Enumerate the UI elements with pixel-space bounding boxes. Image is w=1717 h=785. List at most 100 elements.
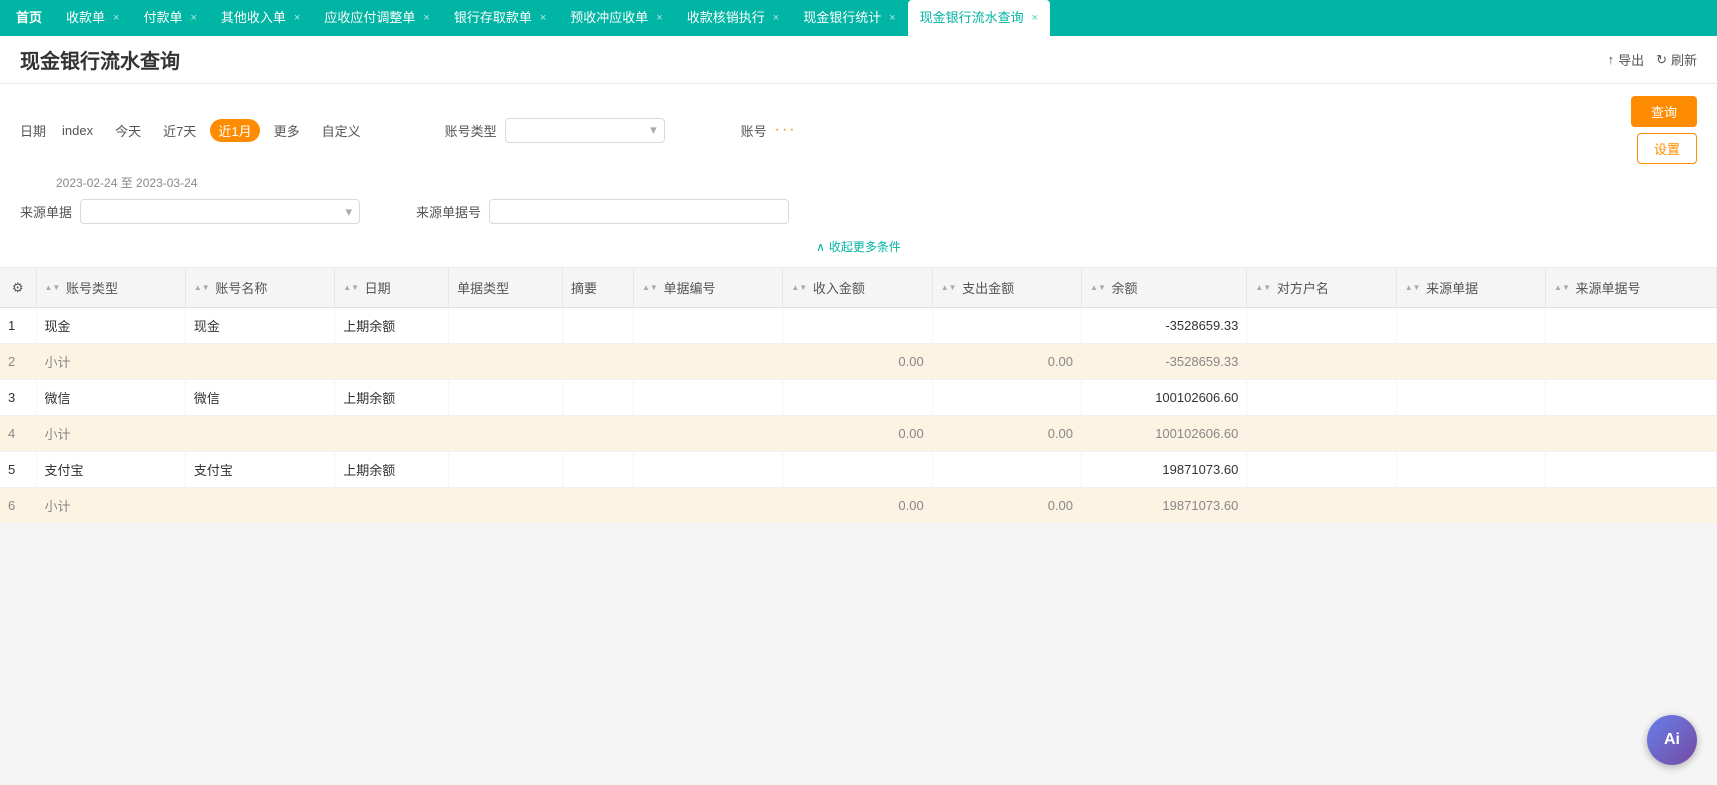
close-icon[interactable]: × <box>1032 0 1038 36</box>
ai-button[interactable]: Ai <box>1647 715 1697 765</box>
sort-icon: ▲▼ <box>1090 284 1106 292</box>
td-doc-number <box>634 308 783 344</box>
td-source-doc-num <box>1546 380 1717 416</box>
filter-area: 日期 index 今天 近7天 近1月 更多 自定义 账号类型 账号 ··· <box>0 84 1717 268</box>
account-type-select[interactable] <box>505 118 665 143</box>
th-account-name[interactable]: ▲▼ 账号名称 <box>185 268 334 308</box>
th-date[interactable]: ▲▼ 日期 <box>335 268 449 308</box>
close-icon[interactable]: × <box>113 0 119 36</box>
refresh-icon: ↻ <box>1656 52 1667 68</box>
td-balance: 19871073.60 <box>1082 452 1247 488</box>
settings-button[interactable]: 设置 <box>1637 133 1697 164</box>
refresh-button[interactable]: ↻ 刷新 <box>1656 50 1697 69</box>
td-account-name <box>185 344 334 380</box>
th-income[interactable]: ▲▼ 收入金额 <box>783 268 932 308</box>
td-balance: 100102606.60 <box>1082 380 1247 416</box>
td-account-name: 现金 <box>185 308 334 344</box>
td-account-type: 支付宝 <box>36 452 185 488</box>
td-date <box>335 344 449 380</box>
nav-receipt-exec[interactable]: 收款核销执行 × <box>675 0 791 36</box>
close-icon[interactable]: × <box>294 0 300 36</box>
td-counterparty <box>1247 344 1396 380</box>
top-nav: 首页 收款单 × 付款单 × 其他收入单 × 应收应付调整单 × 银行存取款单 … <box>0 0 1717 36</box>
th-balance[interactable]: ▲▼ 余额 <box>1082 268 1247 308</box>
close-icon[interactable]: × <box>773 0 779 36</box>
date-opt-custom[interactable]: 自定义 <box>314 119 369 142</box>
td-balance: -3528659.33 <box>1082 344 1247 380</box>
table-row: 6小计0.000.0019871073.60 <box>0 488 1717 524</box>
collapse-bar[interactable]: ∧ 收起更多条件 <box>20 234 1697 255</box>
td-expense: 0.00 <box>932 488 1081 524</box>
date-opt-today[interactable]: 今天 <box>107 119 149 142</box>
td-summary <box>563 416 634 452</box>
nav-home[interactable]: 首页 <box>4 0 54 36</box>
account-type-filter: 账号类型 <box>445 118 665 143</box>
td-expense: 0.00 <box>932 416 1081 452</box>
export-button[interactable]: ↑ 导出 <box>1608 50 1645 69</box>
td-counterparty <box>1247 308 1396 344</box>
nav-bank-deposit[interactable]: 银行存取款单 × <box>442 0 558 36</box>
page-header: 现金银行流水查询 ↑ 导出 ↻ 刷新 <box>0 36 1717 84</box>
td-doc-number <box>634 488 783 524</box>
nav-cash-query[interactable]: 现金银行流水查询 × <box>908 0 1050 36</box>
date-opt-1month[interactable]: 近1月 <box>210 119 259 142</box>
td-source-doc <box>1396 344 1545 380</box>
nav-other-income[interactable]: 其他收入单 × <box>209 0 312 36</box>
td-income: 0.00 <box>783 344 932 380</box>
nav-prepay-offset[interactable]: 预收冲应收单 × <box>558 0 674 36</box>
source-doc-filter: 来源单据 <box>20 199 360 224</box>
close-icon[interactable]: × <box>423 0 429 36</box>
td-expense: 0.00 <box>932 344 1081 380</box>
td-doc-type <box>449 452 563 488</box>
td-account-type: 小计 <box>36 416 185 452</box>
source-doc-select-wrapper <box>80 199 360 224</box>
td-source-doc <box>1396 380 1545 416</box>
th-source-doc[interactable]: ▲▼ 来源单据 <box>1396 268 1545 308</box>
td-source-doc <box>1396 308 1545 344</box>
table-row: 5支付宝支付宝上期余额19871073.60 <box>0 452 1717 488</box>
td-source-doc <box>1396 416 1545 452</box>
td-account-name: 支付宝 <box>185 452 334 488</box>
source-doc-select[interactable] <box>80 199 360 224</box>
td-expense <box>932 452 1081 488</box>
td-doc-type <box>449 344 563 380</box>
source-doc-num-input[interactable] <box>489 199 789 224</box>
date-label: 日期 <box>20 121 46 140</box>
td-source-doc <box>1396 488 1545 524</box>
td-doc-type <box>449 308 563 344</box>
td-account-name <box>185 488 334 524</box>
date-opt-7days[interactable]: 近7天 <box>155 119 204 142</box>
th-source-doc-num[interactable]: ▲▼ 来源单据号 <box>1546 268 1717 308</box>
td-doc-number <box>634 452 783 488</box>
td-doc-number <box>634 380 783 416</box>
table-header-row: ⚙ ▲▼ 账号类型 ▲▼ 账号名称 ▲▼ 日期 单据类型 摘 <box>0 268 1717 308</box>
close-icon[interactable]: × <box>889 0 895 36</box>
query-button[interactable]: 查询 <box>1631 96 1697 127</box>
account-type-label: 账号类型 <box>445 121 497 140</box>
table-row: 1现金现金上期余额-3528659.33 <box>0 308 1717 344</box>
account-dots-button[interactable]: ··· <box>775 121 797 139</box>
table-container: ⚙ ▲▼ 账号类型 ▲▼ 账号名称 ▲▼ 日期 单据类型 摘 <box>0 268 1717 524</box>
close-icon[interactable]: × <box>540 0 546 36</box>
close-icon[interactable]: × <box>656 0 662 36</box>
close-icon[interactable]: × <box>190 0 196 36</box>
nav-payment[interactable]: 付款单 × <box>131 0 208 36</box>
th-counterparty[interactable]: ▲▼ 对方户名 <box>1247 268 1396 308</box>
th-settings[interactable]: ⚙ <box>0 268 36 308</box>
sort-icon: ▲▼ <box>194 284 210 292</box>
nav-cash-stat[interactable]: 现金银行统计 × <box>791 0 907 36</box>
date-opt-more[interactable]: 更多 <box>266 119 308 142</box>
td-income <box>783 380 932 416</box>
th-doc-number[interactable]: ▲▼ 单据编号 <box>634 268 783 308</box>
td-doc-type <box>449 416 563 452</box>
nav-ar-ap-adjust[interactable]: 应收应付调整单 × <box>312 0 441 36</box>
account-label: 账号 <box>741 121 767 140</box>
nav-receipt[interactable]: 收款单 × <box>54 0 131 36</box>
th-expense[interactable]: ▲▼ 支出金额 <box>932 268 1081 308</box>
th-account-type[interactable]: ▲▼ 账号类型 <box>36 268 185 308</box>
td-index: 6 <box>0 488 36 524</box>
td-summary <box>563 488 634 524</box>
date-range-display: 2023-02-24 至 2023-03-24 <box>56 174 1697 191</box>
td-date: 上期余额 <box>335 452 449 488</box>
date-opt-yesterday[interactable]: index <box>54 121 101 140</box>
